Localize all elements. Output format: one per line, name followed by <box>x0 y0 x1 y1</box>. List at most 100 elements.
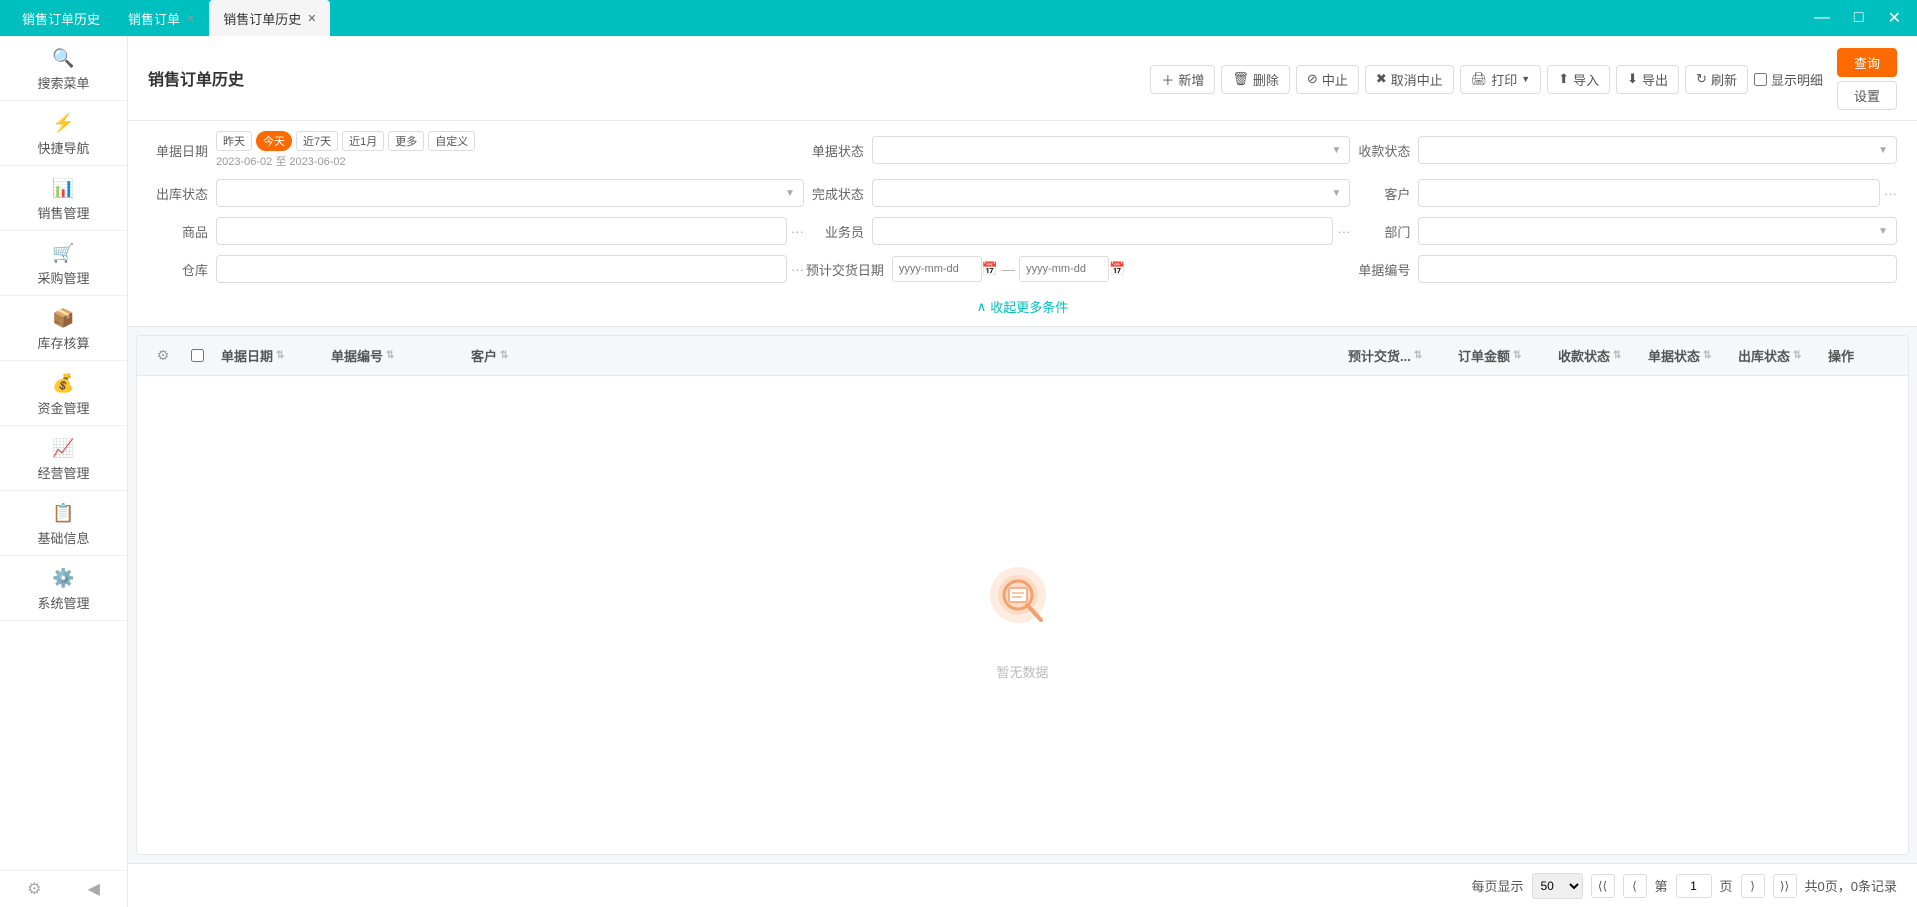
th-date[interactable]: 单据日期 ⇅ <box>213 346 323 365</box>
date-label: 单据日期 <box>148 141 208 160</box>
filter-customer-group: 客户 ··· <box>1350 179 1897 207</box>
pay-status-select[interactable]: ▼ <box>1418 136 1897 164</box>
sidebar-item-finance[interactable]: 💰 资金管理 <box>0 361 127 426</box>
tab-sales-order-close[interactable]: ✕ <box>186 12 195 25</box>
th-amount-label: 订单金额 <box>1458 346 1510 365</box>
first-page-btn[interactable]: ⟨⟨ <box>1591 874 1615 898</box>
import-icon: ⬆ <box>1558 71 1569 87</box>
sidebar-item-finance-label: 资金管理 <box>37 398 89 417</box>
collapse-row[interactable]: ∧ 收起更多条件 <box>148 293 1897 316</box>
delivery-date-end[interactable] <box>1019 256 1109 282</box>
sidebar-settings-btn[interactable]: ⚙ <box>27 879 41 899</box>
goods-label: 商品 <box>148 222 208 241</box>
customer-input[interactable] <box>1418 179 1880 207</box>
date-yesterday[interactable]: 昨天 <box>216 131 252 151</box>
filter-row-2: 出库状态 ▼ 完成状态 ▼ 客户 ··· <box>148 179 1897 207</box>
tab-sales-order-history[interactable]: 销售订单历史 ✕ <box>209 0 330 36</box>
sidebar-item-basic-info[interactable]: 📋 基础信息 <box>0 491 127 556</box>
sidebar-item-sales-mgmt[interactable]: 📊 销售管理 <box>0 166 127 231</box>
delete-button[interactable]: 🗑 删除 <box>1221 65 1290 94</box>
tab-sales-order[interactable]: 销售订单 ✕ <box>114 0 209 36</box>
dept-select[interactable]: ▼ <box>1418 217 1897 245</box>
prev-page-btn[interactable]: ⟨ <box>1623 874 1647 898</box>
filter-warehouse-group: 仓库 ··· <box>148 255 804 283</box>
window-close-btn[interactable]: ✕ <box>1880 6 1909 30</box>
th-stock-status[interactable]: 出库状态 ⇅ <box>1730 346 1820 365</box>
page-size-select[interactable]: 50 10 20 100 <box>1532 873 1583 899</box>
sidebar-bottom: ⚙ ◀ <box>0 870 127 907</box>
th-delivery[interactable]: 预计交货... ⇅ <box>1340 346 1450 365</box>
sidebar-item-purchase-mgmt[interactable]: 🛒 采购管理 <box>0 231 127 296</box>
sidebar-collapse-btn[interactable]: ◀ <box>88 879 100 899</box>
customer-dots-icon[interactable]: ··· <box>1884 186 1897 201</box>
th-pay-status[interactable]: 收款状态 ⇅ <box>1550 346 1640 365</box>
th-number[interactable]: 单据编号 ⇅ <box>323 346 463 365</box>
cancel-stop-button[interactable]: ✖ 取消中止 <box>1365 65 1454 94</box>
last-page-btn[interactable]: ⟩⟩ <box>1773 874 1797 898</box>
goods-dots-icon[interactable]: ··· <box>791 224 804 239</box>
import-button[interactable]: ⬆ 导入 <box>1547 65 1610 94</box>
delivery-date-label: 预计交货日期 <box>804 260 884 279</box>
basic-info-icon: 📋 <box>52 503 74 524</box>
tab-sales-order-history-close[interactable]: ✕ <box>307 12 316 25</box>
table-settings-btn[interactable]: ⚙ <box>145 347 181 364</box>
th-amount[interactable]: 订单金额 ⇅ <box>1450 346 1550 365</box>
stock-status-select[interactable]: ▼ <box>216 179 804 207</box>
date-1month[interactable]: 近1月 <box>342 131 384 151</box>
sidebar-item-operations[interactable]: 📈 经营管理 <box>0 426 127 491</box>
th-customer[interactable]: 客户 ⇅ <box>463 346 1340 365</box>
date-today[interactable]: 今天 <box>256 131 292 151</box>
sidebar-item-sales-mgmt-label: 销售管理 <box>37 203 89 222</box>
date-custom[interactable]: 自定义 <box>428 131 475 151</box>
date-inputs: 2023-06-02 至 2023-06-02 <box>216 151 475 169</box>
th-customer-sort-icon: ⇅ <box>500 350 508 361</box>
next-page-btn[interactable]: ⟩ <box>1741 874 1765 898</box>
select-all-checkbox[interactable] <box>191 349 204 362</box>
new-button[interactable]: ＋ 新增 <box>1150 65 1215 94</box>
salesman-input[interactable] <box>872 217 1334 245</box>
th-amount-sort-icon: ⇅ <box>1513 350 1521 361</box>
settings-button[interactable]: 设置 <box>1837 81 1897 110</box>
salesman-dots-icon[interactable]: ··· <box>1337 224 1350 239</box>
sidebar-item-search-menu[interactable]: 🔍 搜索菜单 <box>0 36 127 101</box>
goods-input[interactable] <box>216 217 787 245</box>
warehouse-dots-icon[interactable]: ··· <box>791 262 804 277</box>
delivery-date-start-calendar-icon[interactable]: 📅 <box>982 261 998 277</box>
pay-status-arrow-icon: ▼ <box>1878 145 1888 156</box>
date-more[interactable]: 更多 <box>388 131 424 151</box>
sidebar-item-system[interactable]: ⚙️ 系统管理 <box>0 556 127 621</box>
bill-status-select[interactable]: ▼ <box>872 136 1351 164</box>
finance-icon: 💰 <box>52 373 74 394</box>
tab-home[interactable]: 销售订单历史 <box>8 0 114 36</box>
window-maximize-btn[interactable]: □ <box>1846 7 1872 29</box>
th-action-label: 操作 <box>1828 346 1854 365</box>
filter-bill-status-group: 单据状态 ▼ <box>804 136 1351 164</box>
quick-nav-icon: ⚡ <box>52 113 74 134</box>
date-7days[interactable]: 近7天 <box>296 131 338 151</box>
complete-status-select[interactable]: ▼ <box>872 179 1351 207</box>
th-bill-status-label: 单据状态 <box>1648 346 1700 365</box>
filter-area: 单据日期 昨天 今天 近7天 近1月 更多 自定义 2023-06-02 至 2… <box>128 121 1917 327</box>
stop-button[interactable]: ⊘ 中止 <box>1296 65 1359 94</box>
window-minimize-btn[interactable]: — <box>1806 7 1838 29</box>
query-button[interactable]: 查询 <box>1837 48 1897 77</box>
print-button[interactable]: 🖨 打印 ▼ <box>1460 65 1541 94</box>
sidebar-item-quick-nav[interactable]: ⚡ 快捷导航 <box>0 101 127 166</box>
export-button[interactable]: ⬇ 导出 <box>1616 65 1679 94</box>
date-shortcuts: 昨天 今天 近7天 近1月 更多 自定义 <box>216 131 475 151</box>
display-toggle-checkbox[interactable] <box>1754 73 1767 86</box>
empty-illustration <box>973 550 1073 650</box>
bill-no-input[interactable] <box>1418 255 1897 283</box>
stop-label: 中止 <box>1322 70 1348 89</box>
sidebar-item-inventory[interactable]: 📦 库存核算 <box>0 296 127 361</box>
warehouse-input[interactable] <box>216 255 787 283</box>
settings-label: 设置 <box>1854 86 1880 105</box>
th-customer-label: 客户 <box>471 346 497 365</box>
table-select-all[interactable] <box>181 349 213 362</box>
page-input[interactable] <box>1676 874 1712 898</box>
display-toggle[interactable]: 显示明细 <box>1754 70 1823 89</box>
th-bill-status[interactable]: 单据状态 ⇅ <box>1640 346 1730 365</box>
delivery-date-start[interactable] <box>892 256 982 282</box>
refresh-button[interactable]: ↻ 刷新 <box>1685 65 1748 94</box>
delivery-date-end-calendar-icon[interactable]: 📅 <box>1109 261 1125 277</box>
